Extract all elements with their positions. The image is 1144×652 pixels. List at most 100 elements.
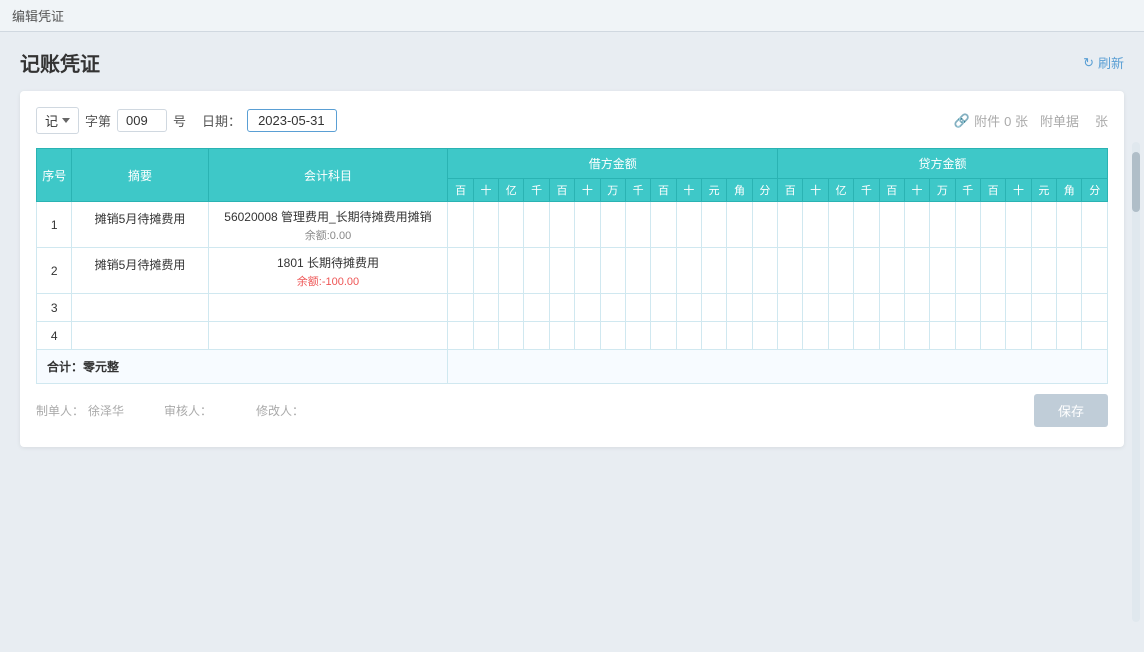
refresh-button[interactable]: ↻ 刷新	[1083, 53, 1124, 72]
date-field[interactable]: 2023-05-31	[247, 109, 337, 132]
row-digit-3-13[interactable]	[778, 322, 803, 350]
row-digit-2-11[interactable]	[727, 294, 752, 322]
scrollbar[interactable]	[1132, 142, 1140, 622]
row-digit-2-9[interactable]	[676, 294, 701, 322]
row-digit-1-12[interactable]	[752, 248, 777, 294]
row-digit-0-10[interactable]	[702, 202, 727, 248]
row-digit-3-24[interactable]	[1057, 322, 1082, 350]
scrollbar-thumb[interactable]	[1132, 152, 1140, 212]
row-digit-2-4[interactable]	[549, 294, 574, 322]
row-digit-1-17[interactable]	[879, 248, 904, 294]
row-digit-1-23[interactable]	[1031, 248, 1056, 294]
row-digit-0-2[interactable]	[499, 202, 524, 248]
row-digit-1-13[interactable]	[778, 248, 803, 294]
row-digit-3-9[interactable]	[676, 322, 701, 350]
row-digit-2-6[interactable]	[600, 294, 625, 322]
row-digit-0-11[interactable]	[727, 202, 752, 248]
row-digit-2-17[interactable]	[879, 294, 904, 322]
row-digit-2-14[interactable]	[803, 294, 828, 322]
row-digit-2-18[interactable]	[904, 294, 929, 322]
row-digit-1-20[interactable]	[955, 248, 980, 294]
row-digit-3-6[interactable]	[600, 322, 625, 350]
save-button[interactable]: 保存	[1034, 394, 1108, 427]
row-digit-3-10[interactable]	[702, 322, 727, 350]
row-digit-3-0[interactable]	[448, 322, 473, 350]
row-digit-3-11[interactable]	[727, 322, 752, 350]
row-digit-3-15[interactable]	[828, 322, 853, 350]
row-digit-1-5[interactable]	[575, 248, 600, 294]
row-digit-1-16[interactable]	[854, 248, 879, 294]
row-summary-3[interactable]	[72, 322, 208, 350]
row-summary-0[interactable]: 摊销5月待摊费用	[72, 202, 208, 248]
row-digit-2-22[interactable]	[1006, 294, 1031, 322]
row-digit-0-13[interactable]	[778, 202, 803, 248]
row-digit-3-7[interactable]	[625, 322, 650, 350]
row-digit-1-10[interactable]	[702, 248, 727, 294]
row-digit-3-5[interactable]	[575, 322, 600, 350]
row-digit-2-2[interactable]	[499, 294, 524, 322]
row-digit-0-12[interactable]	[752, 202, 777, 248]
row-digit-3-21[interactable]	[980, 322, 1005, 350]
row-digit-1-19[interactable]	[930, 248, 955, 294]
row-digit-0-0[interactable]	[448, 202, 473, 248]
row-account-3[interactable]	[208, 322, 448, 350]
row-digit-3-20[interactable]	[955, 322, 980, 350]
row-digit-3-19[interactable]	[930, 322, 955, 350]
row-digit-1-11[interactable]	[727, 248, 752, 294]
row-digit-2-16[interactable]	[854, 294, 879, 322]
row-digit-2-3[interactable]	[524, 294, 549, 322]
row-digit-1-6[interactable]	[600, 248, 625, 294]
row-digit-3-8[interactable]	[651, 322, 676, 350]
row-account-2[interactable]	[208, 294, 448, 322]
row-digit-0-15[interactable]	[828, 202, 853, 248]
row-digit-3-12[interactable]	[752, 322, 777, 350]
row-digit-3-3[interactable]	[524, 322, 549, 350]
row-digit-0-1[interactable]	[473, 202, 498, 248]
voucher-number-field[interactable]: 009	[117, 109, 167, 132]
row-digit-0-9[interactable]	[676, 202, 701, 248]
row-digit-0-18[interactable]	[904, 202, 929, 248]
row-digit-0-3[interactable]	[524, 202, 549, 248]
row-digit-1-21[interactable]	[980, 248, 1005, 294]
row-digit-0-16[interactable]	[854, 202, 879, 248]
row-digit-3-17[interactable]	[879, 322, 904, 350]
row-digit-3-4[interactable]	[549, 322, 574, 350]
row-digit-1-4[interactable]	[549, 248, 574, 294]
row-digit-1-25[interactable]	[1082, 248, 1108, 294]
row-digit-1-2[interactable]	[499, 248, 524, 294]
row-digit-3-1[interactable]	[473, 322, 498, 350]
row-digit-2-12[interactable]	[752, 294, 777, 322]
attachment-link[interactable]: 🔗 附件 0 张	[954, 111, 1028, 130]
row-digit-2-24[interactable]	[1057, 294, 1082, 322]
row-account-0[interactable]: 56020008 管理费用_长期待摊费用摊销余额:0.00	[208, 202, 448, 248]
row-digit-1-1[interactable]	[473, 248, 498, 294]
row-digit-0-25[interactable]	[1082, 202, 1108, 248]
row-digit-2-19[interactable]	[930, 294, 955, 322]
row-digit-3-22[interactable]	[1006, 322, 1031, 350]
row-summary-1[interactable]: 摊销5月待摊费用	[72, 248, 208, 294]
row-digit-0-6[interactable]	[600, 202, 625, 248]
row-digit-1-8[interactable]	[651, 248, 676, 294]
row-digit-0-14[interactable]	[803, 202, 828, 248]
row-digit-3-23[interactable]	[1031, 322, 1056, 350]
row-digit-3-16[interactable]	[854, 322, 879, 350]
row-digit-2-0[interactable]	[448, 294, 473, 322]
row-digit-1-18[interactable]	[904, 248, 929, 294]
row-digit-1-3[interactable]	[524, 248, 549, 294]
row-digit-1-0[interactable]	[448, 248, 473, 294]
row-digit-0-19[interactable]	[930, 202, 955, 248]
row-digit-0-5[interactable]	[575, 202, 600, 248]
row-digit-0-22[interactable]	[1006, 202, 1031, 248]
row-digit-0-24[interactable]	[1057, 202, 1082, 248]
row-digit-1-22[interactable]	[1006, 248, 1031, 294]
row-digit-2-21[interactable]	[980, 294, 1005, 322]
row-digit-2-15[interactable]	[828, 294, 853, 322]
row-summary-2[interactable]	[72, 294, 208, 322]
row-digit-0-23[interactable]	[1031, 202, 1056, 248]
row-account-1[interactable]: 1801 长期待摊费用余额:-100.00	[208, 248, 448, 294]
voucher-type-button[interactable]: 记	[36, 107, 79, 134]
row-digit-2-23[interactable]	[1031, 294, 1056, 322]
row-digit-0-20[interactable]	[955, 202, 980, 248]
row-digit-1-9[interactable]	[676, 248, 701, 294]
row-digit-2-13[interactable]	[778, 294, 803, 322]
